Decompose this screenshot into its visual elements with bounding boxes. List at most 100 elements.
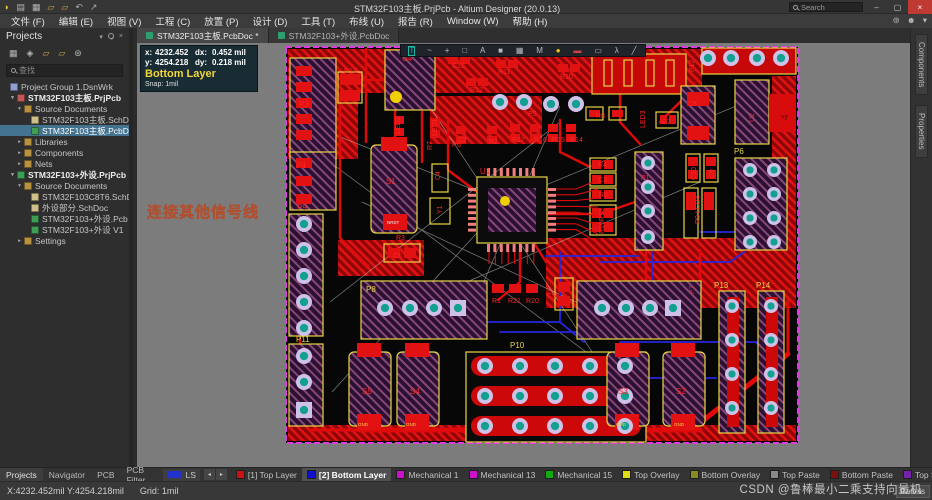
layer-tab[interactable]: Mechanical 1 bbox=[391, 468, 463, 481]
layer-tab[interactable]: [1] Top Layer bbox=[231, 468, 302, 481]
document-tab[interactable]: STM32F103+外设.PcbDoc bbox=[268, 28, 400, 43]
tree-arrow-icon[interactable]: ▸ bbox=[16, 161, 23, 167]
close-icon[interactable]: × bbox=[119, 33, 123, 41]
fill-icon[interactable]: ■ bbox=[498, 46, 503, 55]
layer-tab[interactable]: Mechanical 15 bbox=[540, 468, 617, 481]
shield-icon[interactable]: ◈ bbox=[27, 49, 34, 58]
layer-tab[interactable]: Top Solder bbox=[898, 468, 932, 481]
dimension-icon[interactable]: M bbox=[536, 46, 543, 55]
folder-icon[interactable]: ▱ bbox=[42, 49, 49, 58]
tree-item[interactable]: STM32F103主板.PcbDoc bbox=[0, 125, 129, 136]
net-icon[interactable]: λ bbox=[615, 46, 619, 55]
tree-item[interactable]: STM32F103+外设.Pcb bbox=[0, 213, 129, 224]
panel-tab-components[interactable]: Components bbox=[915, 34, 928, 96]
tree-item[interactable]: ▾ Source Documents bbox=[0, 103, 129, 114]
undo-icon[interactable]: ↶ bbox=[75, 2, 83, 12]
next-layer-button[interactable]: ▸ bbox=[215, 469, 227, 480]
redo-icon[interactable]: ↗ bbox=[90, 2, 98, 12]
layer-set-chip[interactable]: LS bbox=[163, 468, 200, 481]
document-tab[interactable]: STM32F103主板.PcbDoc * bbox=[137, 28, 269, 43]
tree-arrow-icon[interactable]: ▾ bbox=[16, 106, 23, 112]
string-icon[interactable]: A bbox=[480, 46, 485, 55]
svg-text:R13: R13 bbox=[344, 68, 357, 75]
menu-item[interactable]: 文件 (F) bbox=[4, 14, 52, 28]
altium-logo[interactable]: ◗ bbox=[4, 2, 9, 12]
open-folder-icon[interactable]: ▱ bbox=[47, 2, 54, 12]
user-icon[interactable]: ☻ bbox=[907, 15, 916, 26]
bottom-tab-navigator[interactable]: Navigator bbox=[43, 468, 91, 481]
menu-item[interactable]: 报告 (R) bbox=[391, 14, 440, 28]
settings-icon[interactable]: ⊛ bbox=[893, 15, 900, 26]
tree-item[interactable]: ▾ STM32F103主板.PrjPcb bbox=[0, 92, 129, 103]
tree-item[interactable]: ▸ Libraries bbox=[0, 136, 129, 147]
tree-item[interactable]: ▸ Settings bbox=[0, 235, 129, 246]
tree-item[interactable]: 外设部分.SchDoc bbox=[0, 202, 129, 213]
open-project-icon[interactable]: ▱ bbox=[61, 2, 68, 12]
layer-tab[interactable]: Bottom Paste bbox=[825, 468, 898, 481]
bottom-tab-pcb[interactable]: PCB bbox=[91, 468, 120, 481]
pcb-canvas[interactable]: P3R13U4C13R12R11R10P5P12C8LED2 LED1 LED3R8… bbox=[137, 43, 910, 467]
bottom-tab-projects[interactable]: Projects bbox=[0, 468, 43, 481]
tree-item[interactable]: ▾ Source Documents bbox=[0, 180, 129, 191]
global-search[interactable]: Search bbox=[789, 2, 863, 12]
tree-item[interactable]: Project Group 1.DsnWrk bbox=[0, 81, 129, 92]
menu-item[interactable]: 编辑 (E) bbox=[52, 14, 100, 28]
via-icon[interactable]: + bbox=[445, 46, 450, 55]
maximize-button[interactable]: ▢ bbox=[887, 0, 908, 14]
projects-search-input[interactable]: 查找 bbox=[6, 64, 123, 77]
projects-toolbar: ▦ ◈ ▱ ▱ ⊛ bbox=[0, 45, 129, 62]
layer-tab-label: Mechanical 15 bbox=[557, 469, 613, 480]
tree-arrow-icon[interactable]: ▾ bbox=[9, 95, 16, 101]
interactive-route-icon[interactable]: T bbox=[408, 45, 416, 56]
svg-text:R7: R7 bbox=[427, 141, 434, 150]
tree-arrow-icon[interactable]: ▾ bbox=[16, 183, 23, 189]
folder-open-icon[interactable]: ▱ bbox=[58, 49, 65, 58]
tree-item[interactable]: STM32F103主板.SchDoc bbox=[0, 114, 129, 125]
room-icon[interactable]: ▭ bbox=[594, 46, 602, 55]
layer-tab[interactable]: Top Overlay bbox=[617, 468, 684, 481]
prev-layer-button[interactable]: ◂ bbox=[203, 469, 215, 480]
menu-item[interactable]: Window (W) bbox=[440, 16, 506, 27]
tree-item[interactable]: ▾ STM32F103+外设.PrjPcb bbox=[0, 169, 129, 180]
chevron-down-icon[interactable]: ▾ bbox=[923, 15, 927, 26]
minimize-button[interactable]: – bbox=[866, 0, 887, 14]
polygon-icon[interactable]: ▦ bbox=[516, 46, 524, 55]
menu-item[interactable]: 工具 (T) bbox=[294, 14, 342, 28]
layer-tab[interactable]: Bottom Overlay bbox=[685, 468, 766, 481]
tree-item[interactable]: STM32F103C8T6.SchDoc bbox=[0, 191, 129, 202]
menu-item[interactable]: 放置 (P) bbox=[197, 14, 245, 28]
tree-item[interactable]: ▸ Components bbox=[0, 147, 129, 158]
save-icon[interactable]: ▤ bbox=[16, 2, 25, 12]
component-icon[interactable]: ▬ bbox=[574, 46, 582, 55]
menu-item[interactable]: 工程 (C) bbox=[148, 14, 197, 28]
bulb-icon[interactable]: ● bbox=[556, 46, 561, 55]
tree-item[interactable]: ▸ Nets bbox=[0, 158, 129, 169]
document-tabs: STM32F103主板.PcbDoc * STM32F103+外设.PcbDoc bbox=[137, 28, 910, 43]
menu-item[interactable]: 设计 (D) bbox=[246, 14, 295, 28]
pin-icon[interactable] bbox=[107, 32, 114, 39]
pad-icon[interactable]: □ bbox=[462, 46, 467, 55]
menu-item[interactable]: 帮助 (H) bbox=[506, 14, 555, 28]
layer-tab[interactable]: Mechanical 13 bbox=[464, 468, 541, 481]
tree-arrow-icon[interactable]: ▾ bbox=[9, 172, 16, 178]
layer-tab[interactable]: Top Paste bbox=[765, 468, 825, 481]
layer-tab[interactable]: [2] Bottom Layer bbox=[301, 468, 392, 481]
compile-icon[interactable]: ▦ bbox=[9, 49, 18, 58]
close-button[interactable]: × bbox=[908, 0, 932, 14]
settings-icon[interactable]: ⊛ bbox=[74, 49, 82, 58]
line-icon[interactable]: ╱ bbox=[632, 46, 637, 55]
route-icon[interactable]: ~ bbox=[427, 46, 432, 55]
tree-item[interactable]: STM32F103+外设 V1 bbox=[0, 224, 129, 235]
tree-arrow-icon[interactable]: ▸ bbox=[16, 150, 23, 156]
menu-item[interactable]: 视图 (V) bbox=[100, 14, 148, 28]
bottom-tab-pcb-filter[interactable]: PCB Filter bbox=[121, 465, 152, 485]
layer-tab-label: Bottom Paste bbox=[841, 469, 893, 480]
tree-arrow-icon[interactable]: ▸ bbox=[16, 139, 23, 145]
tree-item-label: Source Documents bbox=[35, 180, 108, 191]
storage-icon[interactable]: ▦ bbox=[32, 2, 41, 12]
chevron-down-icon[interactable]: ▾ bbox=[99, 33, 103, 41]
tree-arrow-icon[interactable]: ▸ bbox=[16, 238, 23, 244]
panel-tab-properties[interactable]: Properties bbox=[915, 105, 928, 158]
layer-color-swatch bbox=[545, 470, 555, 479]
menu-item[interactable]: 布线 (U) bbox=[342, 14, 391, 28]
